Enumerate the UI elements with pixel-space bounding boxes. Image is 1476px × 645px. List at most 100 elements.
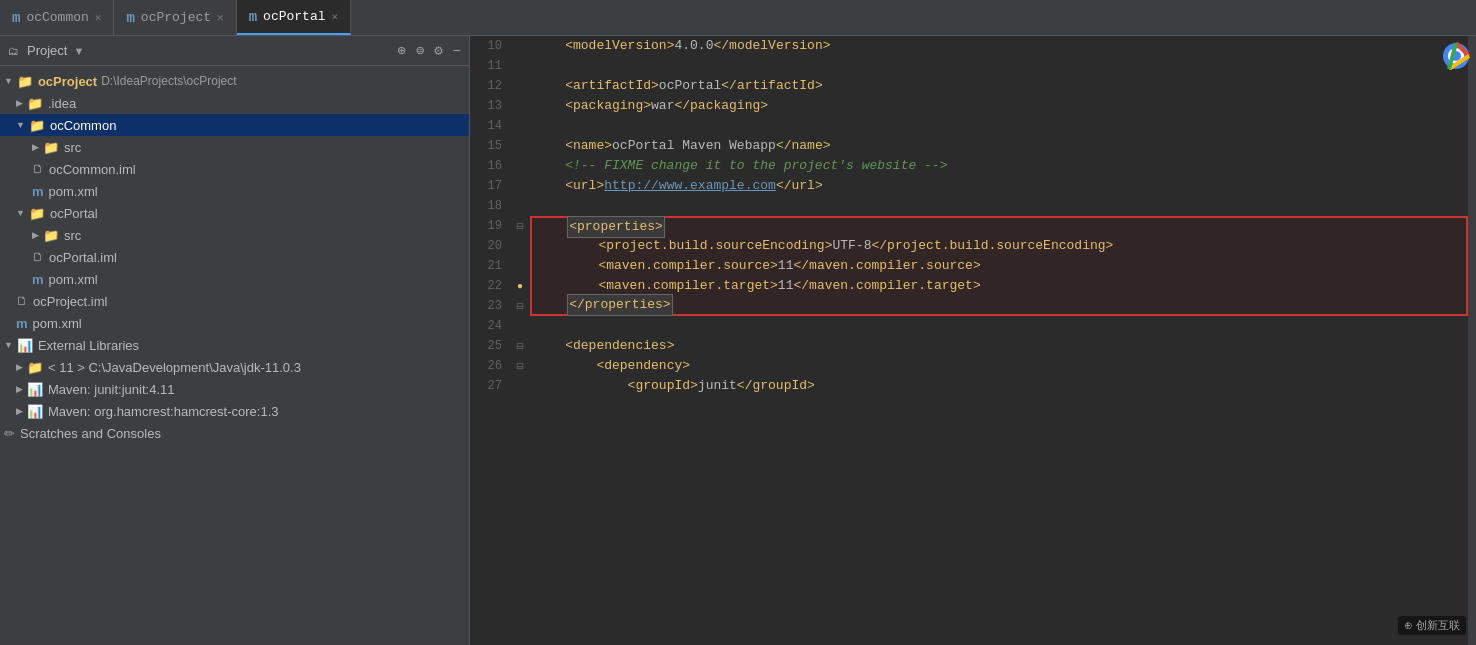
gutter-11 (510, 56, 530, 76)
pom-occommon-label: pom.xml (49, 184, 98, 199)
gutter-23[interactable]: ⊟ (510, 296, 530, 316)
tree-item-pom-ocportal[interactable]: m pom.xml (0, 268, 469, 290)
ln-20: 20 (478, 236, 502, 256)
sidebar-header: 🗂 Project ▼ ⊕ ⊜ ⚙ − (0, 36, 469, 66)
watermark-text: ⊕ 创新互联 (1404, 619, 1460, 631)
code-line-15: <name>ocPortal Maven Webapp</name> (530, 136, 1468, 156)
tree-item-external-libs[interactable]: ▼ 📊 External Libraries (0, 334, 469, 356)
code-line-18 (530, 196, 1468, 216)
ln-18: 18 (478, 196, 502, 216)
folder-icon-src2: 📁 (43, 228, 59, 243)
code-line-27: <groupId>junit</groupId> (530, 376, 1468, 396)
tree-item-jdk[interactable]: ▶ 📁 < 11 > C:\JavaDevelopment\Java\jdk-1… (0, 356, 469, 378)
arrow-ocproject: ▼ (4, 76, 13, 86)
xml-icon-pom-root: m (16, 316, 28, 331)
junit-label: Maven: junit:junit:4.11 (48, 382, 174, 397)
hierarchy-icon[interactable]: ⊜ (416, 42, 424, 59)
junit-icon: 📊 (27, 382, 43, 397)
ln-25: 25 (478, 336, 502, 356)
tree-item-occommon-iml[interactable]: 🗋 ocCommon.iml (0, 158, 469, 180)
ln-11: 11 (478, 56, 502, 76)
gutter: ⊟ ● ⊟ ⊟ ⊟ (510, 36, 530, 645)
folder-icon-ocproject: 📁 (17, 74, 33, 89)
gutter-27 (510, 376, 530, 396)
project-sidebar: 🗂 Project ▼ ⊕ ⊜ ⚙ − ▼ 📁 ocProject D:\Ide… (0, 36, 470, 645)
tab-ocProject[interactable]: m ocProject ✕ (114, 0, 236, 35)
tab-ocCommon[interactable]: m ocCommon ✕ (0, 0, 114, 35)
tree-item-pom-root[interactable]: m pom.xml (0, 312, 469, 334)
code-line-21: <maven.compiler.source>11</maven.compile… (530, 256, 1468, 276)
gear-icon[interactable]: ⚙ (434, 42, 442, 59)
code-content[interactable]: <modelVersion>4.0.0</modelVersion> <arti… (530, 36, 1468, 645)
code-line-11 (530, 56, 1468, 76)
gutter-25[interactable]: ⊟ (510, 336, 530, 356)
tree-item-hamcrest[interactable]: ▶ 📊 Maven: org.hamcrest:hamcrest-core:1.… (0, 400, 469, 422)
ocportal-iml-label: ocPortal.iml (49, 250, 117, 265)
tab-icon-ocCommon: m (12, 10, 20, 26)
code-line-22: <maven.compiler.target>11</maven.compile… (530, 276, 1468, 296)
tree-item-src-ocportal[interactable]: ▶ 📁 src (0, 224, 469, 246)
tree-item-src-occommon[interactable]: ▶ 📁 src (0, 136, 469, 158)
sidebar-toolbar: ⊕ ⊜ ⚙ − (397, 42, 461, 59)
gutter-14 (510, 116, 530, 136)
arrow-idea: ▶ (16, 98, 23, 108)
tree-item-idea[interactable]: ▶ 📁 .idea (0, 92, 469, 114)
ocproject-iml-label: ocProject.iml (33, 294, 107, 309)
jdk-icon: 📁 (27, 360, 43, 375)
hamcrest-icon: 📊 (27, 404, 43, 419)
ln-27: 27 (478, 376, 502, 396)
bracket-10b: > (667, 36, 675, 56)
folder-icon: 🗂 (8, 45, 19, 57)
gutter-20 (510, 236, 530, 256)
code-line-20: <project.build.sourceEncoding>UTF-8</pro… (530, 236, 1468, 256)
main-layout: 🗂 Project ▼ ⊕ ⊜ ⚙ − ▼ 📁 ocProject D:\Ide… (0, 36, 1476, 645)
tree-item-scratches[interactable]: ✏ Scratches and Consoles (0, 422, 469, 444)
tab-close-ocProject[interactable]: ✕ (217, 11, 224, 24)
code-line-14 (530, 116, 1468, 136)
gutter-26[interactable]: ⊟ (510, 356, 530, 376)
code-line-12: <artifactId>ocPortal</artifactId> (530, 76, 1468, 96)
tree-item-occommon[interactable]: ▼ 📁 ocCommon (0, 114, 469, 136)
tab-icon-ocPortal: m (249, 9, 257, 25)
scrollbar-vertical[interactable] (1468, 36, 1476, 645)
tree-item-ocproject-iml[interactable]: 🗋 ocProject.iml (0, 290, 469, 312)
tag-properties-open: <properties> (567, 216, 665, 238)
code-line-19: <properties> (530, 216, 1468, 236)
ln-14: 14 (478, 116, 502, 136)
arrow-extlibs: ▼ (4, 340, 13, 350)
tab-ocPortal[interactable]: m ocPortal ✕ (237, 0, 351, 35)
dropdown-arrow-icon[interactable]: ▼ (73, 45, 84, 57)
arrow-src-ocportal: ▶ (32, 230, 39, 240)
arrow-junit: ▶ (16, 384, 23, 394)
gutter-15 (510, 136, 530, 156)
bracket-10a: < (534, 36, 573, 56)
tree-item-pom-occommon[interactable]: m pom.xml (0, 180, 469, 202)
ln-12: 12 (478, 76, 502, 96)
folder-icon-src: 📁 (43, 140, 59, 155)
text-10: 4.0.0 (674, 36, 713, 56)
tab-close-ocPortal[interactable]: ✕ (332, 10, 339, 23)
ln-22: 22 (478, 276, 502, 296)
minimize-icon[interactable]: − (453, 43, 461, 59)
folder-icon-occommon: 📁 (29, 118, 45, 133)
ln-17: 17 (478, 176, 502, 196)
code-line-17: <url>http://www.example.com</url> (530, 176, 1468, 196)
tab-close-ocCommon[interactable]: ✕ (95, 11, 102, 24)
gutter-17 (510, 176, 530, 196)
code-line-13: <packaging>war</packaging> (530, 96, 1468, 116)
tree-item-ocportal[interactable]: ▼ 📁 ocPortal (0, 202, 469, 224)
tree-item-ocproject-root[interactable]: ▼ 📁 ocProject D:\IdeaProjects\ocProject (0, 70, 469, 92)
arrow-ocportal: ▼ (16, 208, 25, 218)
ln-24: 24 (478, 316, 502, 336)
pom-root-label: pom.xml (33, 316, 82, 331)
folder-icon-idea: 📁 (27, 96, 43, 111)
gutter-18 (510, 196, 530, 216)
iml-icon-ocportal: 🗋 (32, 250, 44, 264)
editor-area: 10 11 12 13 14 15 16 17 18 19 20 21 22 2… (470, 36, 1476, 645)
tree-item-ocportal-iml[interactable]: 🗋 ocPortal.iml (0, 246, 469, 268)
globe-icon[interactable]: ⊕ (397, 42, 405, 59)
gutter-12 (510, 76, 530, 96)
gutter-19[interactable]: ⊟ (510, 216, 530, 236)
ln-23: 23 (478, 296, 502, 316)
tree-item-junit[interactable]: ▶ 📊 Maven: junit:junit:4.11 (0, 378, 469, 400)
